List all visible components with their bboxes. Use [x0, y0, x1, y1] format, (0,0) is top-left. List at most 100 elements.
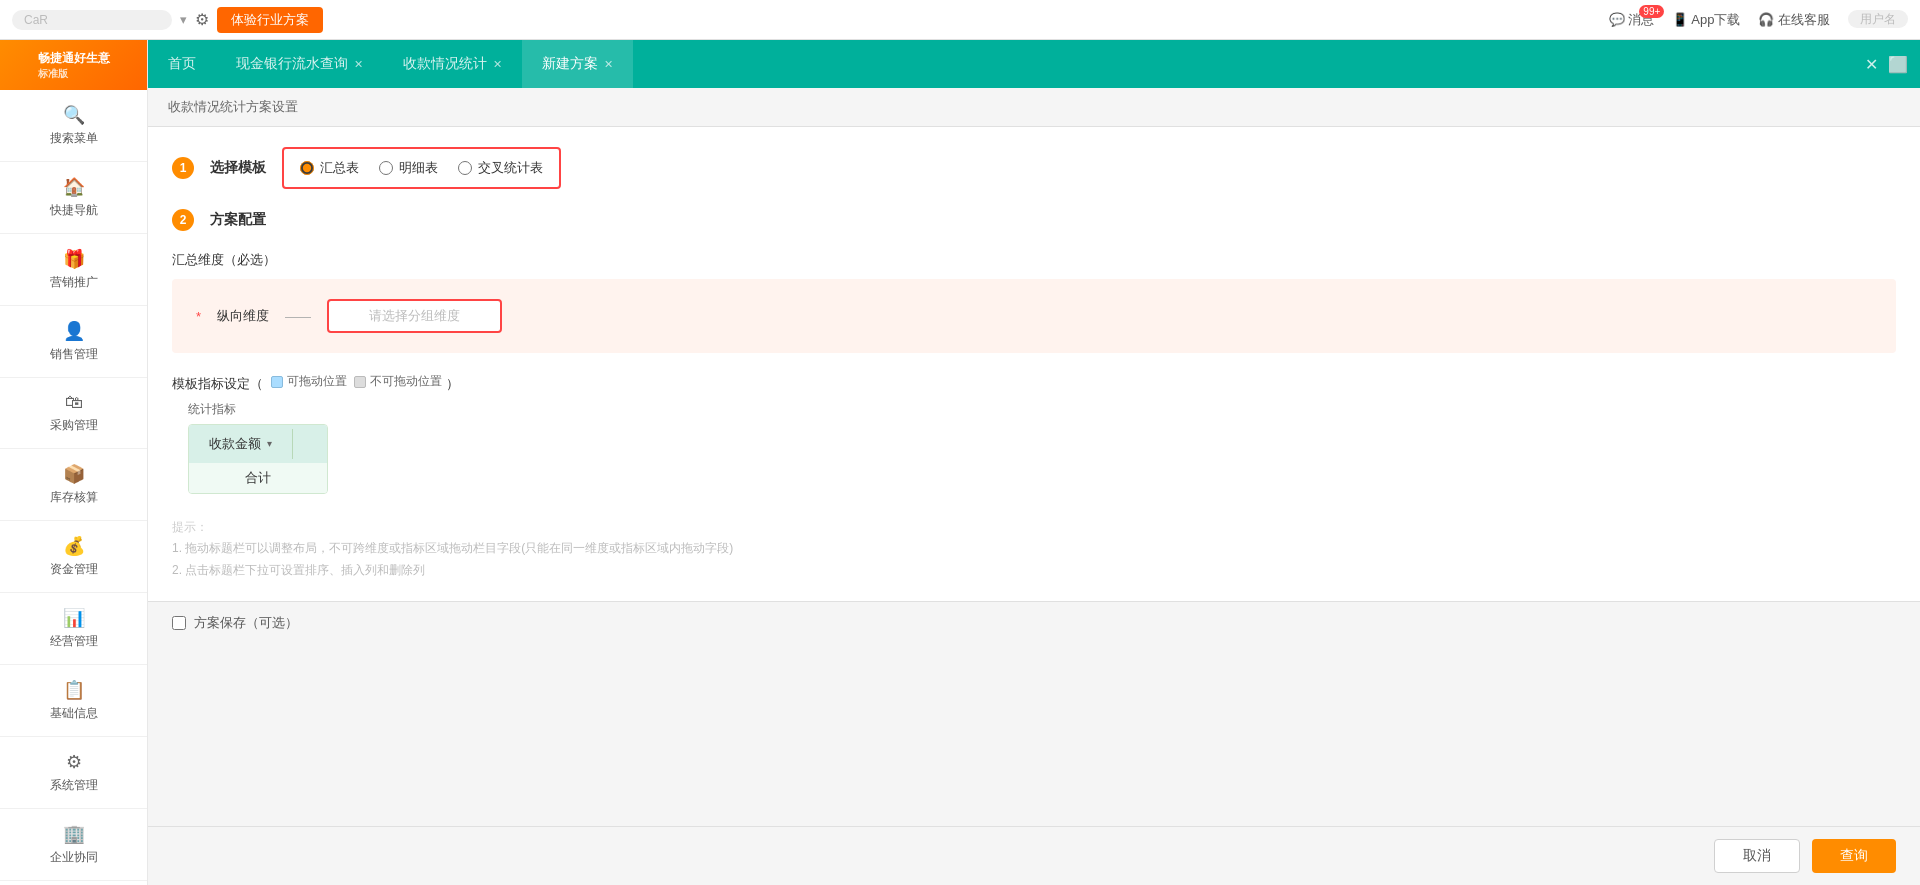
sidebar-label-sales: 销售管理	[50, 346, 98, 363]
dimension-area: * 纵向维度 —— 请选择分组维度	[172, 279, 1896, 353]
sidebar-label-search-menu: 搜索菜单	[50, 130, 98, 147]
sidebar-item-inventory[interactable]: 📦 库存核算	[0, 449, 147, 521]
sidebar-label-system: 系统管理	[50, 777, 98, 794]
sales-icon: 👤	[63, 320, 85, 342]
radio-cross[interactable]: 交叉统计表	[458, 159, 543, 177]
search-box[interactable]: CaR	[12, 10, 172, 30]
tips-section: 提示： 1. 拖动标题栏可以调整布局，不可跨维度或指标区域拖动栏目字段(只能在同…	[172, 517, 1896, 582]
stats-table-header: 收款金额 ▾	[189, 425, 327, 463]
metrics-title-text: 模板指标设定（	[172, 376, 263, 391]
sidebar-item-enterprise[interactable]: 🏢 企业协同	[0, 809, 147, 881]
sidebar-item-operation[interactable]: 📊 经营管理	[0, 593, 147, 665]
group-dimension-select[interactable]: 请选择分组维度	[327, 299, 502, 333]
tab-home-label: 首页	[168, 55, 196, 73]
inventory-icon: 📦	[63, 463, 85, 485]
section-title: 收款情况统计方案设置	[168, 99, 298, 114]
save-option-row: 方案保存（可选）	[148, 601, 1920, 644]
system-icon: ⚙	[66, 751, 82, 773]
sidebar-item-search-menu[interactable]: 🔍 搜索菜单	[0, 90, 147, 162]
row-total-label: 合计	[245, 470, 271, 485]
cancel-button[interactable]: 取消	[1714, 839, 1800, 873]
dimension-row: * 纵向维度 —— 请选择分组维度	[196, 299, 1872, 333]
user-avatar[interactable]: 用户名	[1848, 11, 1908, 28]
metrics-table-area: 统计指标 收款金额 ▾	[172, 401, 1896, 497]
sidebar: 畅捷通好生意 标准版 🔍 搜索菜单 🏠 快捷导航 🎁 营销推广 👤 销售管理 🛍…	[0, 40, 148, 885]
stats-col-header[interactable]: 收款金额 ▾	[189, 429, 293, 459]
vertical-dim-label: 纵向维度	[217, 307, 269, 325]
tab-bank-flow-close[interactable]: ✕	[354, 58, 363, 71]
message-badge[interactable]: 💬 消息 99+	[1609, 11, 1655, 29]
quick-nav-icon: 🏠	[63, 176, 85, 198]
trial-button[interactable]: 体验行业方案	[217, 7, 323, 33]
purchase-icon: 🛍	[65, 392, 83, 413]
tab-home[interactable]: 首页	[148, 40, 216, 88]
fixed-label: 不可拖动位置	[370, 373, 442, 390]
radio-summary[interactable]: 汇总表	[300, 159, 359, 177]
sidebar-item-basic-info[interactable]: 📋 基础信息	[0, 665, 147, 737]
save-plan-label[interactable]: 方案保存（可选）	[194, 614, 298, 632]
settings-icon[interactable]: ⚙	[195, 10, 209, 29]
sidebar-item-quick-nav[interactable]: 🏠 快捷导航	[0, 162, 147, 234]
finance-icon: 💰	[63, 535, 85, 557]
stats-row-total: 合计	[189, 463, 327, 493]
sidebar-item-system[interactable]: ⚙ 系统管理	[0, 737, 147, 809]
badge-count: 99+	[1639, 5, 1664, 18]
enterprise-icon: 🏢	[63, 823, 85, 845]
basic-info-icon: 📋	[63, 679, 85, 701]
sidebar-item-sales[interactable]: 👤 销售管理	[0, 306, 147, 378]
sidebar-label-finance: 资金管理	[50, 561, 98, 578]
metrics-label: 模板指标设定（ 可拖动位置 不可拖动位置 ）	[172, 373, 1896, 393]
save-plan-checkbox[interactable]	[172, 616, 186, 630]
dimension-title-text: 汇总维度（必选）	[172, 252, 276, 267]
app-edition: 标准版	[38, 67, 110, 81]
online-service[interactable]: 🎧 在线客服	[1758, 11, 1830, 29]
sidebar-label-operation: 经营管理	[50, 633, 98, 650]
step1-label: 选择模板	[210, 159, 266, 177]
radio-detail[interactable]: 明细表	[379, 159, 438, 177]
message-icon: 💬	[1609, 12, 1625, 27]
radio-cross-input[interactable]	[458, 161, 472, 175]
query-button[interactable]: 查询	[1812, 839, 1896, 873]
app-download[interactable]: 📱 App下载	[1672, 11, 1740, 29]
tab-bank-flow[interactable]: 现金银行流水查询 ✕	[216, 40, 383, 88]
tab-receivable-stat[interactable]: 收款情况统计 ✕	[383, 40, 522, 88]
arrow-separator: ——	[285, 309, 311, 324]
dropdown-icon[interactable]: ▾	[180, 12, 187, 27]
download-icon: 📱	[1672, 12, 1688, 27]
sidebar-label-inventory: 库存核算	[50, 489, 98, 506]
top-bar-right: 💬 消息 99+ 📱 App下载 🎧 在线客服 用户名	[1609, 11, 1908, 29]
search-menu-icon: 🔍	[63, 104, 85, 126]
dimension-config: 汇总维度（必选） * 纵向维度 —— 请选择分组维度	[172, 251, 1896, 353]
tab-receivable-stat-close[interactable]: ✕	[493, 58, 502, 71]
stats-table-body: 合计	[189, 463, 327, 493]
fixed-indicator	[354, 376, 366, 388]
content-area: 首页 现金银行流水查询 ✕ 收款情况统计 ✕ 新建方案 ✕ ✕ ⬜ 收	[148, 40, 1920, 885]
operation-icon: 📊	[63, 607, 85, 629]
template-radio-group: 汇总表 明细表 交叉统计表	[300, 159, 543, 177]
section-header: 收款情况统计方案设置	[148, 88, 1920, 127]
stats-header-row: 收款金额 ▾	[189, 429, 327, 459]
search-text: CaR	[24, 13, 48, 27]
marketing-icon: 🎁	[63, 248, 85, 270]
service-icon: 🎧	[1758, 12, 1774, 27]
radio-detail-input[interactable]	[379, 161, 393, 175]
sidebar-item-purchase[interactable]: 🛍 采购管理	[0, 378, 147, 449]
close-window-icon[interactable]: ✕	[1865, 55, 1878, 74]
sidebar-label-marketing: 营销推广	[50, 274, 98, 291]
sidebar-item-finance[interactable]: 💰 资金管理	[0, 521, 147, 593]
step1-row: 1 选择模板 汇总表 明细表	[172, 147, 1896, 189]
tab-new-plan[interactable]: 新建方案 ✕	[522, 40, 633, 88]
maximize-icon[interactable]: ⬜	[1888, 55, 1908, 74]
tab-new-plan-close[interactable]: ✕	[604, 58, 613, 71]
radio-summary-label[interactable]: 汇总表	[320, 159, 359, 177]
sidebar-label-enterprise: 企业协同	[50, 849, 98, 866]
radio-cross-label[interactable]: 交叉统计表	[478, 159, 543, 177]
radio-detail-label[interactable]: 明细表	[399, 159, 438, 177]
radio-summary-input[interactable]	[300, 161, 314, 175]
sidebar-item-guide[interactable]: 📖 新手引导	[0, 881, 147, 885]
movable-indicator	[271, 376, 283, 388]
tab-bar: 首页 现金银行流水查询 ✕ 收款情况统计 ✕ 新建方案 ✕ ✕ ⬜	[148, 40, 1920, 88]
tip-item-1: 1. 拖动标题栏可以调整布局，不可跨维度或指标区域拖动栏目字段(只能在同一维度或…	[172, 538, 1896, 560]
sidebar-item-marketing[interactable]: 🎁 营销推广	[0, 234, 147, 306]
page-content: 收款情况统计方案设置 1 选择模板 汇总表	[148, 88, 1920, 826]
